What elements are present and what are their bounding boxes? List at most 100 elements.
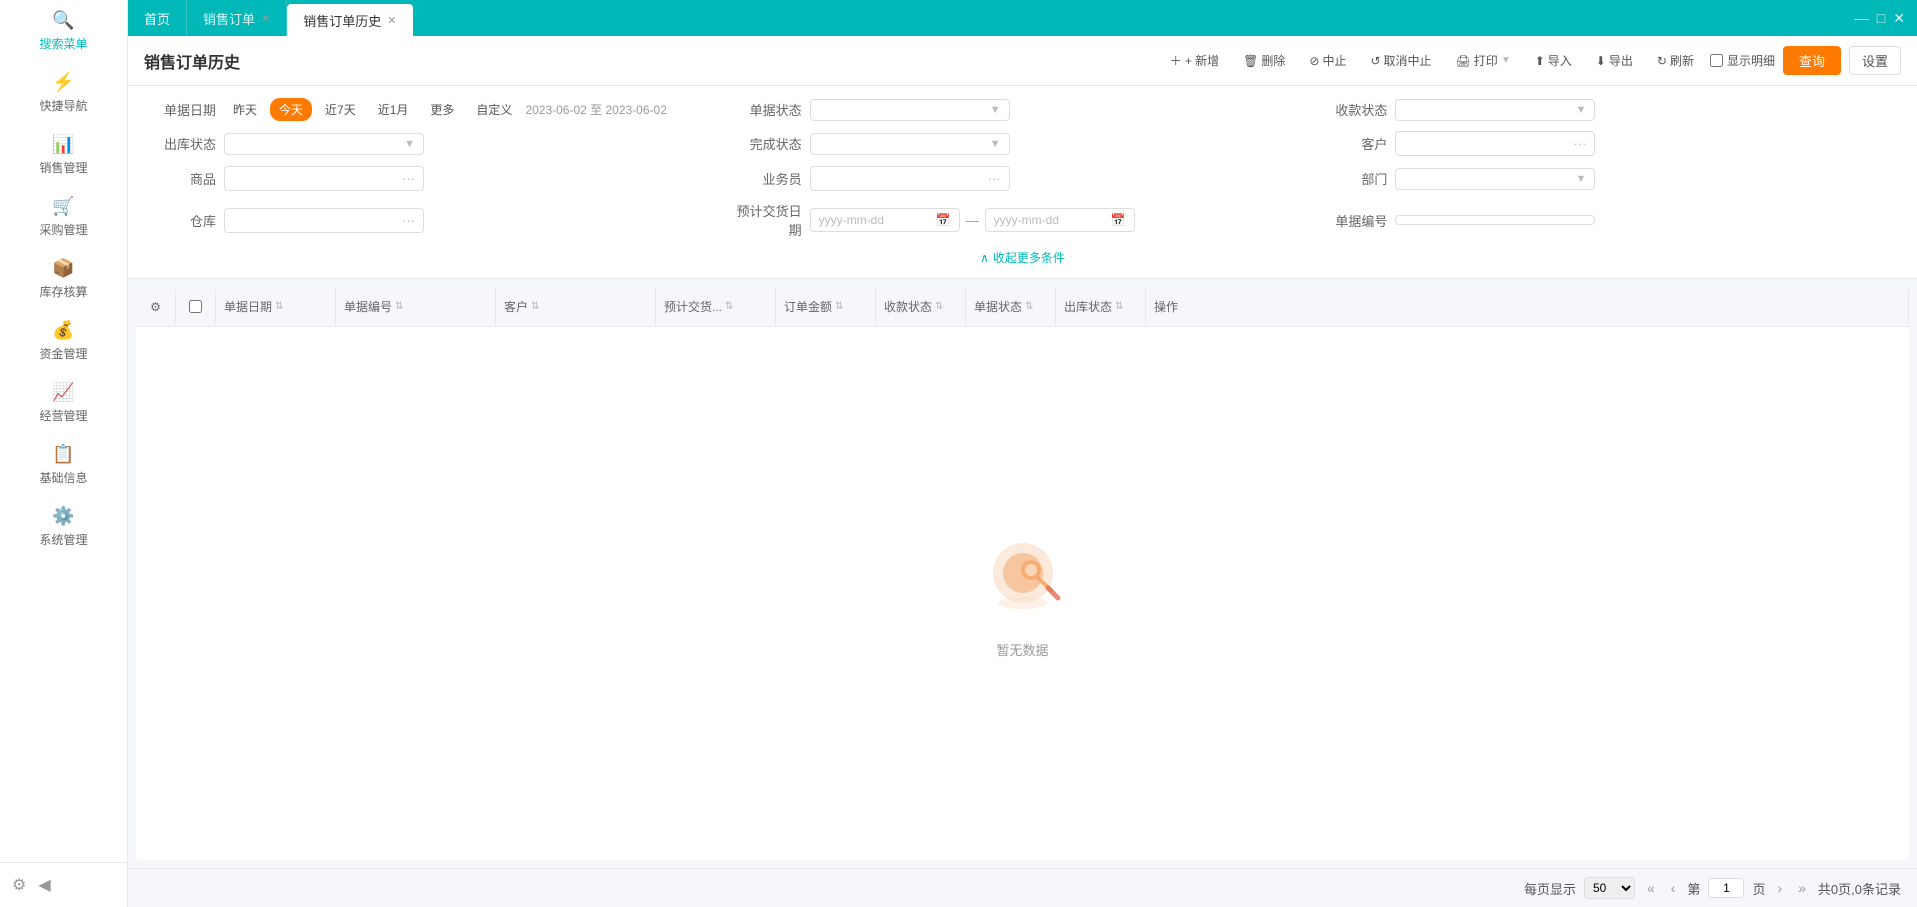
date-btn-more[interactable]: 更多 — [421, 98, 463, 121]
customer-dots: ··· — [1573, 136, 1586, 151]
customer-input[interactable]: ··· — [1395, 131, 1595, 156]
sidebar-item-purchase-mgmt[interactable]: 🛒 采购管理 — [0, 186, 127, 248]
tab-sales-order-history-close[interactable]: ✕ — [387, 14, 396, 27]
prev-page-btn[interactable]: ‹ — [1667, 878, 1680, 898]
tab-sales-order[interactable]: 销售订单 ✕ — [187, 0, 287, 36]
tab-sales-order-close[interactable]: ✕ — [261, 12, 270, 25]
stop-button[interactable]: ⊘ 中止 — [1301, 48, 1354, 73]
th-bill-status[interactable]: 单据状态 ⇅ — [966, 288, 1056, 325]
filter-out-status-cell: 出库状态 ▼ — [144, 133, 730, 155]
filter-receipt-status-cell: 收款状态 ▼ — [1315, 99, 1901, 121]
new-button[interactable]: ＋ + 新增 — [1162, 48, 1227, 73]
bill-no-input[interactable] — [1395, 215, 1595, 225]
window-restore-btn[interactable]: □ — [1877, 10, 1885, 26]
th-amount[interactable]: 订单金额 ⇅ — [776, 288, 876, 325]
select-all-checkbox[interactable] — [189, 300, 202, 313]
sidebar-label-operations: 经营管理 — [39, 407, 87, 424]
receipt-status-arrow: ▼ — [1575, 104, 1586, 116]
first-page-btn[interactable]: « — [1643, 878, 1659, 898]
delete-icon: 🗑 — [1243, 54, 1258, 68]
date-btn-yesterday[interactable]: 昨天 — [224, 98, 266, 121]
display-detail-input[interactable] — [1710, 54, 1723, 67]
page-size-select[interactable]: 50 10 20 100 — [1584, 877, 1635, 899]
th-amount-label: 订单金额 — [784, 298, 832, 315]
sidebar-collapse-btn[interactable]: ◀ — [38, 875, 50, 895]
th-out-status[interactable]: 出库状态 ⇅ — [1056, 288, 1146, 325]
filter-date-cell: 单据日期 昨天 今天 近7天 近1月 更多 自定义 2023-06-02 至 2… — [144, 98, 730, 121]
goods-input[interactable]: ··· — [224, 166, 424, 191]
date-sep: — — [960, 213, 985, 228]
print-button[interactable]: 🖨 打印 ▼ — [1448, 48, 1519, 73]
th-delivery[interactable]: 预计交货... ⇅ — [656, 288, 776, 325]
date-btn-today[interactable]: 今天 — [270, 98, 312, 121]
department-label: 部门 — [1315, 169, 1395, 188]
th-date[interactable]: 单据日期 ⇅ — [216, 288, 336, 325]
last-page-btn[interactable]: » — [1794, 878, 1810, 898]
filter-bill-no-cell: 单据编号 — [1315, 211, 1901, 230]
receipt-status-select[interactable]: ▼ — [1395, 99, 1595, 121]
sidebar-item-sales-mgmt[interactable]: 📊 销售管理 — [0, 124, 127, 186]
refresh-button[interactable]: ↻ 刷新 — [1649, 48, 1702, 73]
th-customer[interactable]: 客户 ⇅ — [496, 288, 656, 325]
export-button[interactable]: ⬇ 导出 — [1588, 48, 1641, 73]
delivery-date-to[interactable]: yyyy-mm-dd 📅 — [985, 208, 1135, 232]
cancel-stop-button[interactable]: ↺ 取消中止 — [1362, 48, 1439, 73]
th-amount-sort: ⇅ — [835, 301, 843, 312]
sidebar-item-finance[interactable]: 💰 资金管理 — [0, 310, 127, 372]
th-settings[interactable]: ⚙ — [136, 290, 176, 324]
display-detail-checkbox[interactable]: 显示明细 — [1710, 52, 1775, 69]
th-receipt-status[interactable]: 收款状态 ⇅ — [876, 288, 966, 325]
window-min-btn[interactable]: — — [1855, 10, 1869, 26]
import-button[interactable]: ⬆ 导入 — [1527, 48, 1580, 73]
sidebar-item-inventory[interactable]: 📦 库存核算 — [0, 248, 127, 310]
sidebar-item-sys-mgmt[interactable]: ⚙️ 系统管理 — [0, 496, 127, 558]
quick-nav-icon: ⚡ — [52, 72, 74, 93]
sidebar-item-search-menu[interactable]: 🔍 搜索菜单 — [0, 0, 127, 62]
tab-sales-order-history[interactable]: 销售订单历史 ✕ — [287, 4, 413, 36]
sales-mgmt-icon: 📊 — [52, 134, 74, 155]
calendar-from-icon: 📅 — [936, 213, 951, 227]
display-detail-label: 显示明细 — [1727, 52, 1775, 69]
sidebar-item-operations[interactable]: 📈 经营管理 — [0, 372, 127, 434]
search-menu-icon: 🔍 — [52, 10, 74, 31]
delete-button[interactable]: 🗑 删除 — [1235, 48, 1293, 73]
salesperson-label: 业务员 — [730, 169, 810, 188]
date-btn-custom[interactable]: 自定义 — [467, 98, 521, 121]
date-btn-1month[interactable]: 近1月 — [369, 98, 418, 121]
filter-warehouse-cell: 仓库 ··· — [144, 208, 730, 233]
current-page-input[interactable] — [1708, 878, 1744, 898]
sidebar-settings-btn[interactable]: ⚙ — [12, 875, 26, 895]
calendar-to-icon: 📅 — [1111, 213, 1126, 227]
th-check[interactable] — [176, 290, 216, 323]
th-delivery-label: 预计交货... — [664, 298, 722, 315]
tab-home-label: 首页 — [144, 9, 170, 28]
toolbar: ＋ + 新增 🗑 删除 ⊘ 中止 ↺ 取消中止 🖨 打印 — [1162, 46, 1901, 75]
filter-row-2: 出库状态 ▼ 完成状态 ▼ 客户 — [144, 131, 1901, 156]
complete-status-select[interactable]: ▼ — [810, 133, 1010, 155]
out-status-select[interactable]: ▼ — [224, 133, 424, 155]
tab-home[interactable]: 首页 — [128, 0, 187, 36]
settings-button[interactable]: 设置 — [1849, 46, 1901, 75]
delivery-date-to-text: yyyy-mm-dd — [994, 213, 1059, 227]
th-ops: 操作 — [1146, 288, 1909, 325]
sidebar: 🔍 搜索菜单 ⚡ 快捷导航 📊 销售管理 🛒 采购管理 📦 库存核算 💰 资金管… — [0, 0, 128, 907]
th-out-status-sort: ⇅ — [1115, 301, 1123, 312]
basic-info-icon: 📋 — [52, 444, 74, 465]
salesperson-input[interactable]: ··· — [810, 166, 1010, 191]
refresh-label: 刷新 — [1670, 52, 1694, 69]
th-num[interactable]: 单据编号 ⇅ — [336, 288, 496, 325]
complete-status-label: 完成状态 — [730, 134, 810, 153]
department-select[interactable]: ▼ — [1395, 168, 1595, 190]
sidebar-item-basic-info[interactable]: 📋 基础信息 — [0, 434, 127, 496]
collapse-btn[interactable]: ∧ 收起更多条件 — [144, 249, 1901, 266]
delivery-date-from[interactable]: yyyy-mm-dd 📅 — [810, 208, 960, 232]
bill-status-select[interactable]: ▼ — [810, 99, 1010, 121]
new-icon: ＋ — [1170, 52, 1182, 69]
next-page-btn[interactable]: › — [1773, 878, 1786, 898]
th-num-label: 单据编号 — [344, 298, 392, 315]
query-button[interactable]: 查询 — [1783, 46, 1841, 75]
date-btn-7days[interactable]: 近7天 — [316, 98, 365, 121]
sidebar-item-quick-nav[interactable]: ⚡ 快捷导航 — [0, 62, 127, 124]
window-close-btn[interactable]: ✕ — [1893, 10, 1905, 27]
warehouse-input[interactable]: ··· — [224, 208, 424, 233]
